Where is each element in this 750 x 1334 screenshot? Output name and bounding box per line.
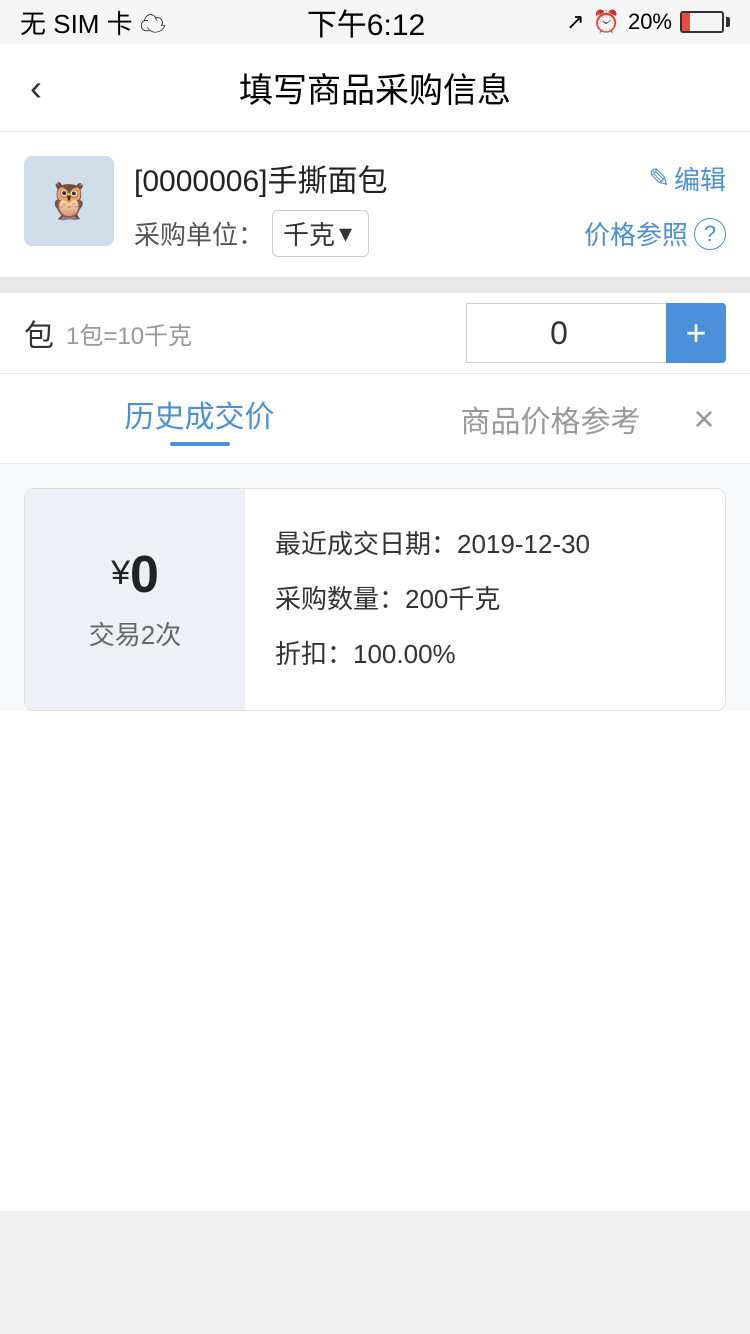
qty-hint-label: 1包=10千克 xyxy=(66,316,192,351)
dropdown-icon: ▾ xyxy=(339,218,352,249)
product-thumb-icon: 🦉 xyxy=(47,183,92,219)
product-unit-row: 采购单位： 千克 ▾ 价格参照 ? xyxy=(134,210,726,257)
navbar: ‹ 填写商品采购信息 xyxy=(0,44,750,132)
location-icon: ↗ xyxy=(566,9,584,35)
trade-price-block: ¥0 交易2次 xyxy=(25,489,245,710)
product-thumbnail: 🦉 xyxy=(24,156,114,246)
edit-button[interactable]: ✎ 编辑 xyxy=(648,160,726,197)
edit-icon: ✎ xyxy=(648,163,670,194)
trade-date-row: 最近成交日期：2019-12-30 xyxy=(275,525,695,564)
quantity-input[interactable] xyxy=(466,303,666,363)
status-bar: 无 SIM 卡 ☁ 下午6:12 ↗ ⏰ 20% xyxy=(0,0,750,44)
trade-discount-row: 折扣：100.00% xyxy=(275,635,695,674)
status-right: ↗ ⏰ 20% xyxy=(566,9,730,35)
trade-price-value: ¥0 xyxy=(111,547,159,604)
battery-icon xyxy=(680,11,730,33)
status-time: 下午6:12 xyxy=(307,0,425,44)
section-divider xyxy=(0,277,750,293)
panel-close-button[interactable]: × xyxy=(682,397,726,441)
product-name: [0000006]手撕面包 xyxy=(134,156,387,200)
help-icon: ? xyxy=(694,218,726,250)
qty-input-block: + xyxy=(466,303,726,363)
product-info: [0000006]手撕面包 ✎ 编辑 采购单位： 千克 ▾ 价格参照 ? xyxy=(134,156,726,257)
unit-label-block: 采购单位： 千克 ▾ xyxy=(134,210,369,257)
unit-select[interactable]: 千克 ▾ xyxy=(272,210,369,257)
product-row: 🦉 [0000006]手撕面包 ✎ 编辑 采购单位： 千克 ▾ xyxy=(24,156,726,257)
status-left: 无 SIM 卡 ☁ xyxy=(20,4,166,41)
bottom-panel: 历史成交价 商品价格参考 × ¥0 交易2次 最近成交日期：2019-12-30… xyxy=(0,373,750,711)
qty-unit-label: 包 xyxy=(24,311,54,355)
price-ref-button[interactable]: 价格参照 ? xyxy=(584,215,726,252)
trade-details: 最近成交日期：2019-12-30 采购数量：200千克 折扣：100.00% xyxy=(245,489,725,710)
trade-qty-row: 采购数量：200千克 xyxy=(275,580,695,619)
qty-plus-button[interactable]: + xyxy=(666,303,726,363)
battery-percent: 20% xyxy=(628,9,672,35)
page-content-rest xyxy=(0,711,750,1211)
alarm-icon: ⏰ xyxy=(593,9,620,35)
back-button[interactable]: ‹ xyxy=(20,57,52,119)
product-card: 🦉 [0000006]手撕面包 ✎ 编辑 采购单位： 千克 ▾ xyxy=(0,132,750,277)
product-title-row: [0000006]手撕面包 ✎ 编辑 xyxy=(134,156,726,200)
tab-underline xyxy=(170,442,230,446)
panel-tabs: 历史成交价 商品价格参考 × xyxy=(0,374,750,464)
quantity-row: 包 1包=10千克 + xyxy=(0,293,750,373)
sim-label: 无 SIM 卡 ☁ xyxy=(20,4,166,41)
page-title: 填写商品采购信息 xyxy=(239,63,511,112)
trade-card: ¥0 交易2次 最近成交日期：2019-12-30 采购数量：200千克 折扣：… xyxy=(24,488,726,711)
trade-count-label: 交易2次 xyxy=(89,615,181,652)
tab-history-price[interactable]: 历史成交价 xyxy=(24,374,375,463)
tab-price-reference[interactable]: 商品价格参考 xyxy=(375,374,726,463)
qty-label-block: 包 1包=10千克 xyxy=(24,311,192,355)
